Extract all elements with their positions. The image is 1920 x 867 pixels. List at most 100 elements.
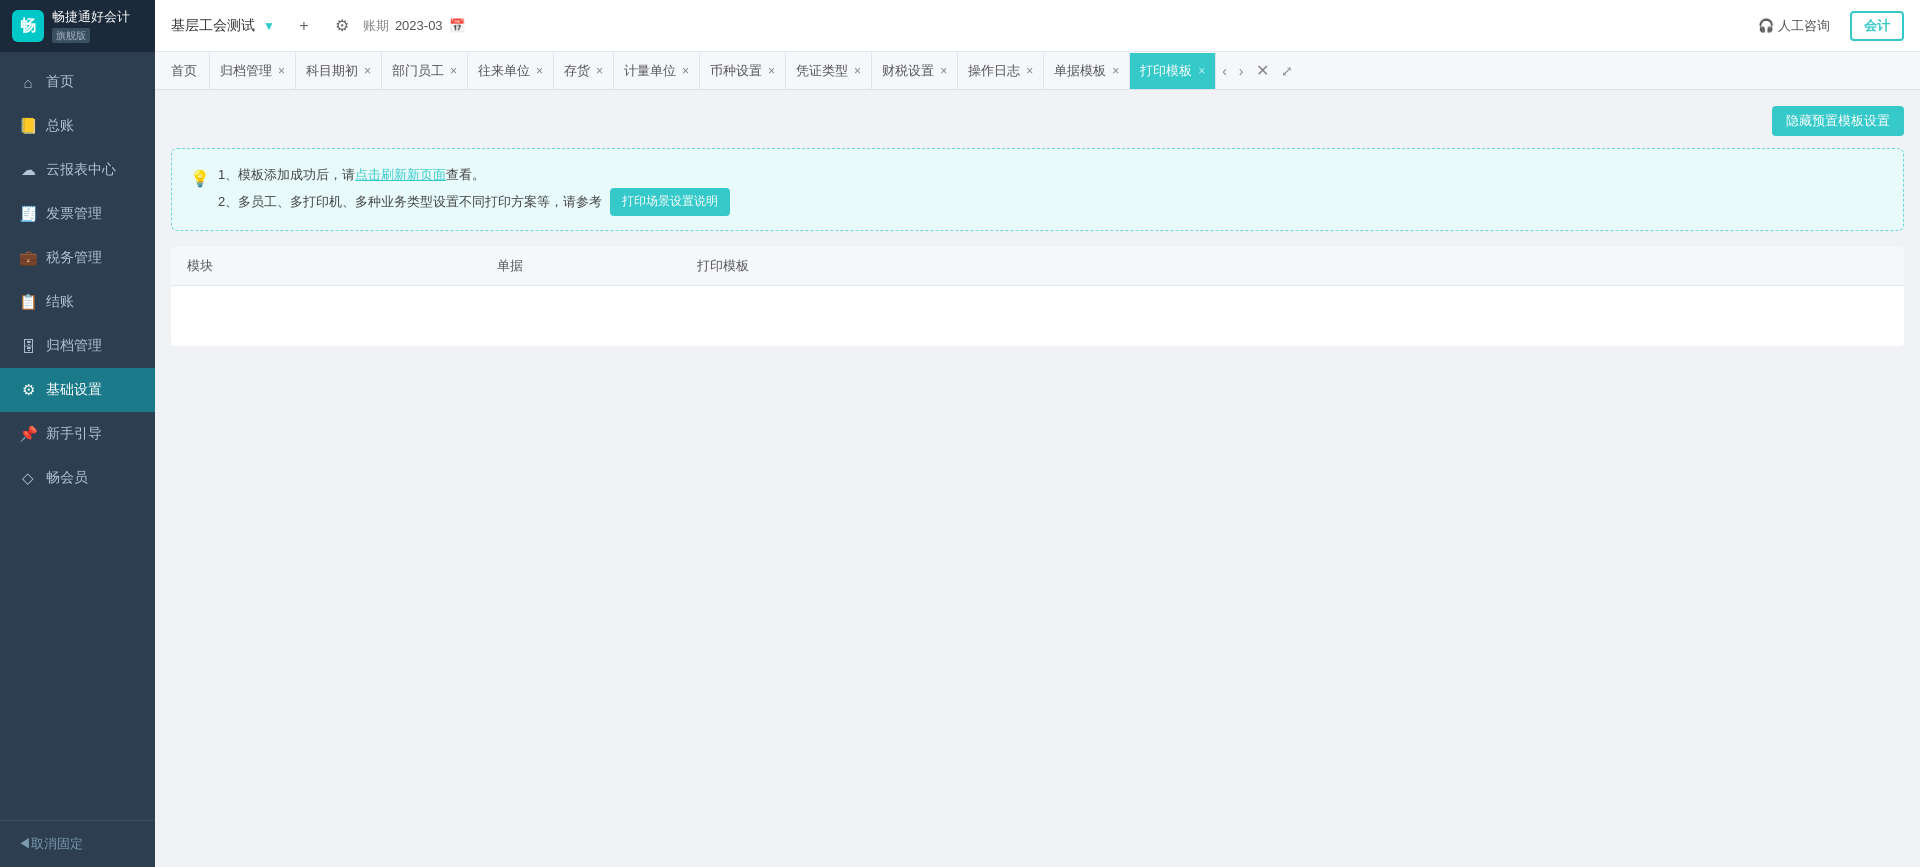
tab-close-subject[interactable]: × [364,64,371,78]
tab-label-printtemplate: 打印模板 [1140,62,1192,80]
print-template-table: 模块 单据 打印模板 [171,247,1904,346]
nav-icon-settlement: 📋 [18,292,38,312]
nav-label-archive: 归档管理 [46,337,102,355]
sidebar-item-member[interactable]: ◇畅会员 [0,456,155,500]
tab-label-subject: 科目期初 [306,62,358,80]
notice-line2: 2、多员工、多打印机、多种业务类型设置不同打印方案等，请参考 打印场景设置说明 [218,188,1885,216]
topbar-actions: + ⚙ [291,13,355,39]
sidebar-item-settlement[interactable]: 📋 结账 [0,280,155,324]
nav-label-invoice: 发票管理 [46,205,102,223]
tab-label-currency: 币种设置 [710,62,762,80]
col-header-print: 打印模板 [681,257,1904,275]
tab-close-taxset[interactable]: × [940,64,947,78]
tab-label-archive: 归档管理 [220,62,272,80]
ai-consult-button[interactable]: 🎧 人工咨询 [1750,13,1838,39]
tab-close-inventory[interactable]: × [596,64,603,78]
accountant-button[interactable]: 会计 [1850,11,1904,41]
nav-icon-guide: 📌 [18,424,38,444]
col-header-module: 模块 [171,257,481,275]
nav-label-settings: 基础设置 [46,381,102,399]
close-all-tabs-button[interactable]: ✕ [1250,53,1275,89]
tab-label-singletemplate: 单据模板 [1054,62,1106,80]
tab-voucher[interactable]: 凭证类型 × [786,53,872,89]
sidebar-item-archive[interactable]: 🗄 归档管理 [0,324,155,368]
tab-currency[interactable]: 币种设置 × [700,53,786,89]
period-value: 2023-03 [395,18,443,33]
sidebar-item-guide[interactable]: 📌 新手引导 [0,412,155,456]
tab-close-customer[interactable]: × [536,64,543,78]
print-scene-explain-button[interactable]: 打印场景设置说明 [610,188,730,216]
tab-prev-button[interactable]: ‹ [1216,53,1233,89]
tab-label-taxset: 财税设置 [882,62,934,80]
tab-close-printtemplate[interactable]: × [1198,64,1205,78]
nav-icon-reports: ☁ [18,160,38,180]
sidebar: 畅 畅捷通好会计 旗舰版 ⌂ 首页 📒 总账 ☁ 云报表中心 🧾发票管理 💼 税务管理 📋 结账 🗄 归… [0,0,155,867]
nav-icon-tax: 💼 [18,248,38,268]
sidebar-item-ledger[interactable]: 📒 总账 [0,104,155,148]
nav-icon-home: ⌂ [18,72,38,92]
tab-label-voucher: 凭证类型 [796,62,848,80]
calendar-icon[interactable]: 📅 [449,18,465,33]
tab-inventory[interactable]: 存货× [554,53,614,89]
tab-customer[interactable]: 往来单位 × [468,53,554,89]
nav-label-settlement: 结账 [46,293,74,311]
nav-label-ledger: 总账 [46,117,74,135]
tab-close-archive[interactable]: × [278,64,285,78]
tab-printtemplate[interactable]: 打印模板 × [1130,53,1216,89]
sidebar-item-settings[interactable]: ⚙ 基础设置 [0,368,155,412]
logo-icon: 畅 [12,10,44,42]
table-header: 模块 单据 打印模板 [171,247,1904,286]
sidebar-item-reports[interactable]: ☁ 云报表中心 [0,148,155,192]
tab-close-voucher[interactable]: × [854,64,861,78]
nav-icon-archive: 🗄 [18,336,38,356]
tab-close-dept[interactable]: × [450,64,457,78]
sidebar-item-invoice[interactable]: 🧾发票管理 [0,192,155,236]
nav-label-member: 畅会员 [46,469,88,487]
expand-button[interactable]: ⤢ [1275,53,1299,89]
notice-line1: 1、模板添加成功后，请点击刷新新页面查看。 [218,163,1885,186]
sidebar-item-tax[interactable]: 💼 税务管理 [0,236,155,280]
nav-icon-settings: ⚙ [18,380,38,400]
tab-oplog[interactable]: 操作日志 × [958,53,1044,89]
company-selector[interactable]: 基层工会测试 ▼ [171,17,275,35]
sidebar-item-home[interactable]: ⌂ 首页 [0,60,155,104]
tabbar: 首页归档管理×科目期初×部门员工×往来单位×存货×计量单位×币种设置×凭证类型×… [155,52,1920,90]
app-badge: 旗舰版 [52,28,90,43]
notice-icon: 💡 [190,165,210,194]
period-info: 账期 2023-03 📅 [363,17,465,35]
topbar: 基层工会测试 ▼ + ⚙ 账期 2023-03 📅 🎧 人工咨询 会计 [155,0,1920,52]
app-logo: 畅 畅捷通好会计 旗舰版 [0,0,155,52]
tab-close-currency[interactable]: × [768,64,775,78]
hide-preview-button[interactable]: 隐藏预置模板设置 [1772,106,1904,136]
refresh-link[interactable]: 点击刷新新页面 [355,167,446,182]
add-tab-button[interactable]: + [291,13,317,39]
tab-label-unit: 计量单位 [624,62,676,80]
sidebar-nav: ⌂ 首页 📒 总账 ☁ 云报表中心 🧾发票管理 💼 税务管理 📋 结账 🗄 归档管理 ⚙ 基础设置 📌 新手引导… [0,52,155,820]
tab-dept[interactable]: 部门员工× [382,53,468,89]
unpin-button[interactable]: ◀取消固定 [0,820,155,867]
table-body [171,286,1904,346]
tab-close-oplog[interactable]: × [1026,64,1033,78]
tab-archive[interactable]: 归档管理 × [210,53,296,89]
nav-label-guide: 新手引导 [46,425,102,443]
tab-unit[interactable]: 计量单位 × [614,53,700,89]
col-header-order: 单据 [481,257,681,275]
tab-close-singletemplate[interactable]: × [1112,64,1119,78]
main-area: 基层工会测试 ▼ + ⚙ 账期 2023-03 📅 🎧 人工咨询 会计 首页归档… [155,0,1920,867]
nav-label-home: 首页 [46,73,74,91]
tab-subject[interactable]: 科目期初 × [296,53,382,89]
tab-next-button[interactable]: › [1233,53,1250,89]
nav-label-reports: 云报表中心 [46,161,116,179]
settings-button[interactable]: ⚙ [329,13,355,39]
tab-label-customer: 往来单位 [478,62,530,80]
tab-label-oplog: 操作日志 [968,62,1020,80]
nav-label-tax: 税务管理 [46,249,102,267]
tab-taxset[interactable]: 财税设置 × [872,53,958,89]
nav-icon-ledger: 📒 [18,116,38,136]
tab-label-home: 首页 [171,62,197,80]
company-dropdown-icon: ▼ [263,19,275,33]
tab-close-unit[interactable]: × [682,64,689,78]
tab-singletemplate[interactable]: 单据模板 × [1044,53,1130,89]
company-name: 基层工会测试 [171,17,255,35]
tab-home[interactable]: 首页 [159,53,210,89]
